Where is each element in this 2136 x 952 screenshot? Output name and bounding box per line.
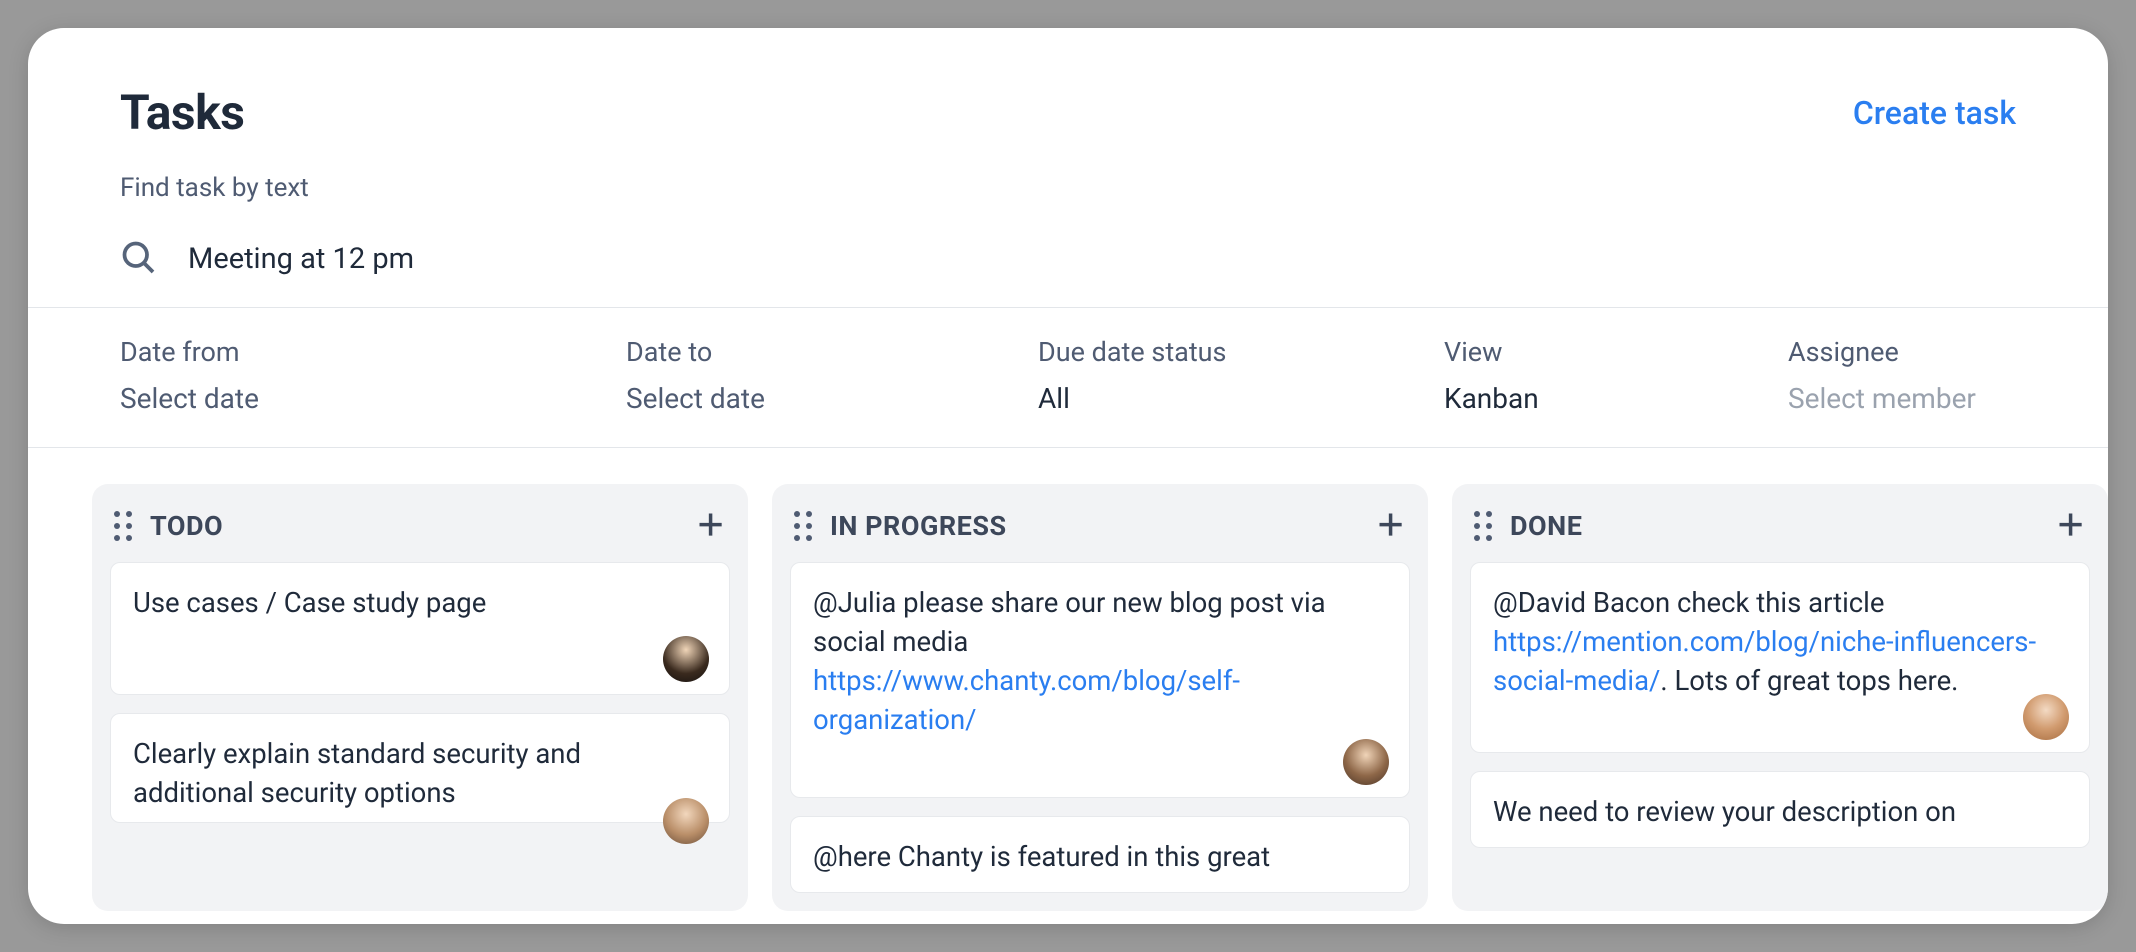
task-card[interactable]: @David Bacon check this article https://… <box>1470 562 2090 753</box>
task-text-prefix: @here Chanty is featured in this great <box>813 840 1270 873</box>
task-card[interactable]: We need to review your description on <box>1470 771 2090 848</box>
filter-label: View <box>1444 336 1788 368</box>
task-text-prefix: @Julia please share our new blog post vi… <box>813 586 1326 658</box>
add-task-button[interactable] <box>2056 510 2084 542</box>
column-header: TODO <box>110 502 730 562</box>
column-title: DONE <box>1510 510 1582 542</box>
drag-handle-icon[interactable] <box>1474 511 1492 541</box>
filter-bar: Date from Select date Date to Select dat… <box>28 308 2108 448</box>
create-task-link[interactable]: Create task <box>1853 94 2016 132</box>
task-text: Use cases / Case study page <box>133 583 707 678</box>
filter-value: Select date <box>626 382 1038 415</box>
column-todo: TODO Use cases / Case study page Clearly… <box>92 484 748 911</box>
column-title: TODO <box>150 510 223 542</box>
filter-value: Select date <box>120 382 626 415</box>
search-label: Find task by text <box>28 141 2108 203</box>
task-text: @Julia please share our new blog post vi… <box>813 583 1387 739</box>
search-row <box>28 203 2108 308</box>
task-text: We need to review your description on <box>1493 792 2067 831</box>
task-text: @David Bacon check this article https://… <box>1493 583 2067 700</box>
task-card[interactable]: Clearly explain standard security and ad… <box>110 713 730 823</box>
filter-value: All <box>1038 382 1444 415</box>
task-card[interactable]: @Julia please share our new blog post vi… <box>790 562 1410 798</box>
filter-label: Due date status <box>1038 336 1444 368</box>
task-text-prefix: We need to review your description on <box>1493 795 1956 828</box>
filter-due-status[interactable]: Due date status All <box>1038 336 1444 415</box>
filter-label: Assignee <box>1788 336 2016 368</box>
drag-handle-icon[interactable] <box>114 511 132 541</box>
column-header: IN PROGRESS <box>790 502 1410 562</box>
task-text: Clearly explain standard security and ad… <box>133 734 707 812</box>
task-card[interactable]: @here Chanty is featured in this great <box>790 816 1410 893</box>
filter-view[interactable]: View Kanban <box>1444 336 1788 415</box>
drag-handle-icon[interactable] <box>794 511 812 541</box>
task-link[interactable]: https://www.chanty.com/blog/self-organiz… <box>813 664 1240 736</box>
tasks-window: Tasks Create task Find task by text Date… <box>28 28 2108 924</box>
assignee-avatar <box>663 798 709 844</box>
filter-date-from[interactable]: Date from Select date <box>120 336 626 415</box>
column-header: DONE <box>1470 502 2090 562</box>
assignee-avatar <box>663 636 709 682</box>
header-row: Tasks Create task <box>28 28 2108 141</box>
search-input[interactable] <box>188 242 2016 276</box>
filter-assignee[interactable]: Assignee Select member <box>1788 336 2016 415</box>
page-title: Tasks <box>120 84 244 141</box>
kanban-board: TODO Use cases / Case study page Clearly… <box>28 448 2108 911</box>
assignee-avatar <box>1343 739 1389 785</box>
filter-value: Kanban <box>1444 382 1788 415</box>
column-done: DONE @David Bacon check this article htt… <box>1452 484 2108 911</box>
filter-value: Select member <box>1788 382 2016 415</box>
column-in-progress: IN PROGRESS @Julia please share our new … <box>772 484 1428 911</box>
task-text-suffix: . Lots of great tops here. <box>1660 664 1958 697</box>
add-task-button[interactable] <box>696 510 724 542</box>
assignee-avatar <box>2023 694 2069 740</box>
filter-label: Date from <box>120 336 626 368</box>
search-icon <box>120 239 156 279</box>
task-text-prefix: @David Bacon check this article <box>1493 586 1884 619</box>
filter-date-to[interactable]: Date to Select date <box>626 336 1038 415</box>
filter-label: Date to <box>626 336 1038 368</box>
column-title: IN PROGRESS <box>830 510 1007 542</box>
add-task-button[interactable] <box>1376 510 1404 542</box>
task-card[interactable]: Use cases / Case study page <box>110 562 730 695</box>
task-text: @here Chanty is featured in this great <box>813 837 1387 876</box>
